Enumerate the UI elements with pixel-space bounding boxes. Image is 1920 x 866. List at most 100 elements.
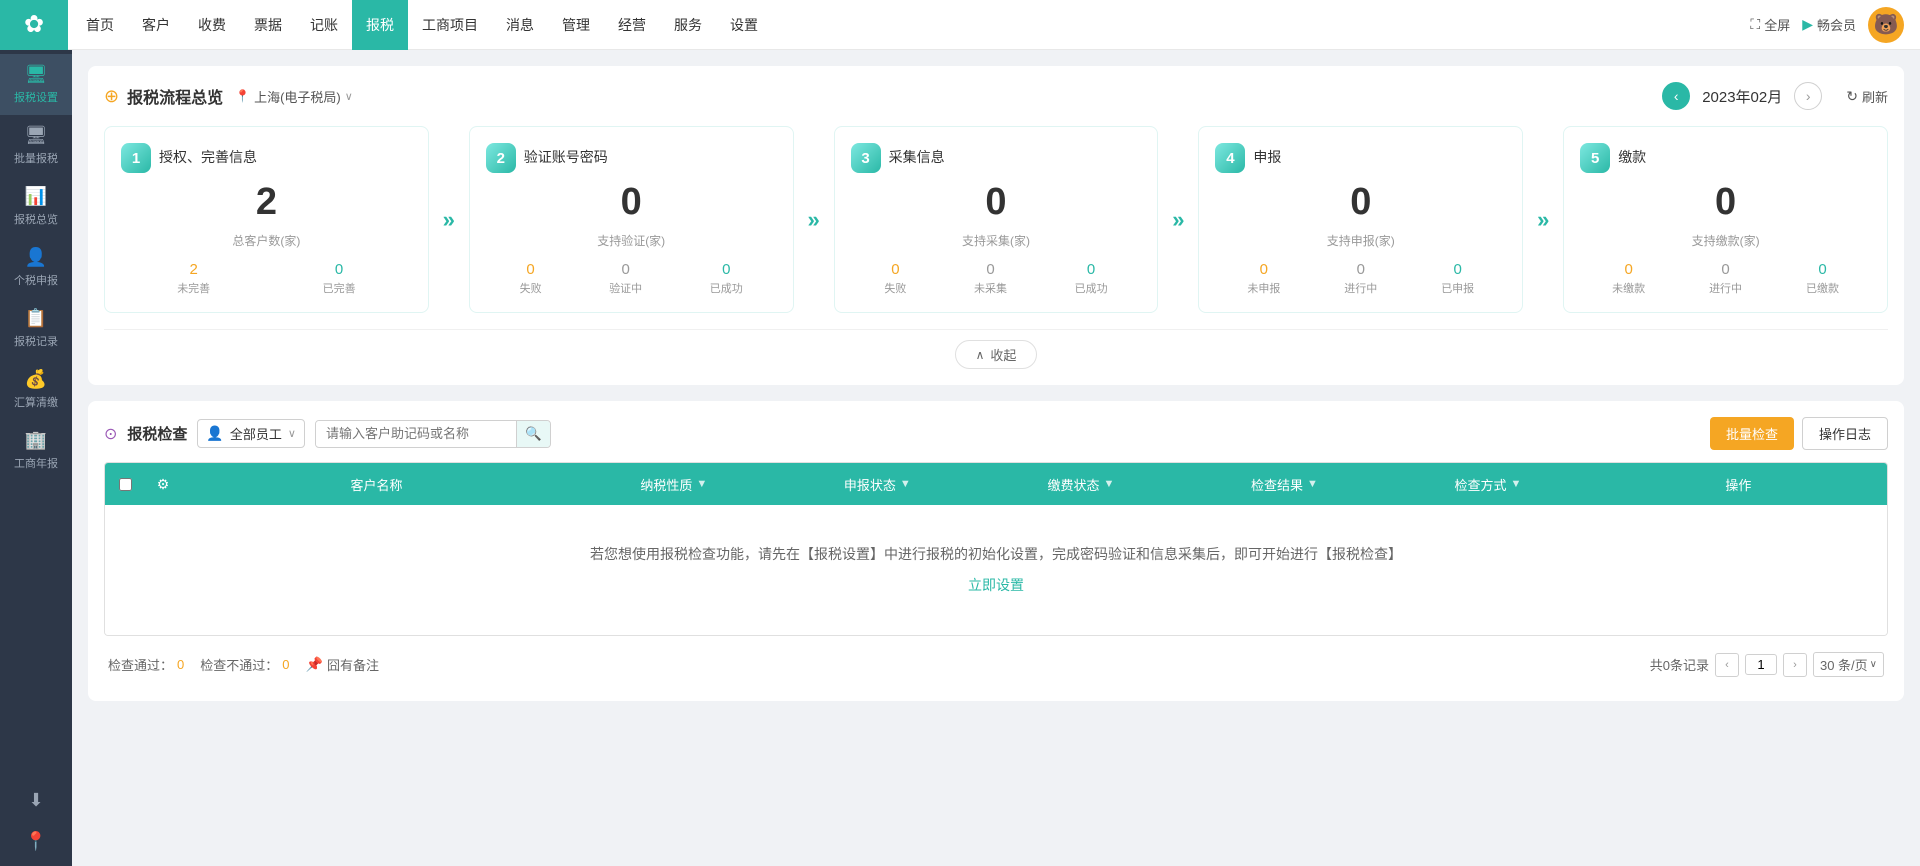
- check-title: 报税检查: [127, 423, 187, 444]
- setup-link[interactable]: 立即设置: [968, 577, 1024, 593]
- stat-5-0: 0 未缴款: [1612, 261, 1645, 296]
- nav-item-fee[interactable]: 收费: [184, 0, 240, 50]
- th-checkbox-cell: [105, 478, 145, 491]
- step-title-1: 授权、完善信息: [159, 143, 257, 167]
- batch-check-button[interactable]: 批量检查: [1710, 417, 1794, 450]
- location-tag[interactable]: 📍 上海(电子税局) ∨: [235, 87, 353, 106]
- th-operation: 操作: [1590, 475, 1887, 494]
- sidebar-item-personal-tax[interactable]: 👤 个税申报: [0, 237, 72, 298]
- nav-item-settings[interactable]: 设置: [716, 0, 772, 50]
- filter-icon-1[interactable]: ▼: [696, 478, 707, 490]
- refresh-icon: ↻: [1846, 88, 1858, 105]
- footer-stats: 检查通过： 0 检查不通过： 0 📌 囧有备注: [108, 655, 379, 674]
- sidebar-item-label: 报税记录: [14, 333, 58, 349]
- stat-2-2: 0 已成功: [710, 261, 743, 296]
- flow-cards: 1 授权、完善信息 2 总客户数(家) 2 未完善 0 已完善: [104, 126, 1888, 313]
- sidebar-item-tax-record[interactable]: 📋 报税记录: [0, 298, 72, 359]
- step-stats-3: 0 失败 0 未采集 0 已成功: [851, 261, 1142, 296]
- collapse-btn[interactable]: ∧ 收起: [955, 340, 1038, 369]
- nav-items: 首页 客户 收费 票据 记账 报税 工商项目 消息 管理 经营 服务 设置: [68, 0, 1750, 50]
- sidebar-item-settlement[interactable]: 💰 汇算清缴: [0, 359, 72, 420]
- vip-btn[interactable]: ▶ 畅会员: [1802, 15, 1856, 34]
- nav-item-message[interactable]: 消息: [492, 0, 548, 50]
- sidebar-item-tax-overview[interactable]: 📊 报税总览: [0, 176, 72, 237]
- th-check-result: 检查结果 ▼: [1183, 475, 1387, 494]
- table-footer: 检查通过： 0 检查不通过： 0 📌 囧有备注 共0条记录 ‹: [104, 644, 1888, 685]
- search-input[interactable]: [316, 421, 516, 446]
- sidebar-item-annual-report[interactable]: 🏢 工商年报: [0, 420, 72, 481]
- dropdown-icon: ∨: [345, 90, 353, 103]
- search-box: 🔍: [315, 420, 551, 448]
- step-stats-1: 2 未完善 0 已完善: [121, 261, 412, 296]
- nav-item-manage[interactable]: 管理: [548, 0, 604, 50]
- nav-item-service[interactable]: 服务: [660, 0, 716, 50]
- arrow-right-icon: »: [443, 207, 455, 233]
- overview-header: ⊕ 报税流程总览 📍 上海(电子税局) ∨ ‹ 2023年02月 › ↻ 刷新: [104, 82, 1888, 110]
- nav-item-operation[interactable]: 经营: [604, 0, 660, 50]
- sidebar-item-tax-settings[interactable]: 🖥 报税设置: [0, 54, 72, 115]
- next-page-btn[interactable]: ›: [1783, 653, 1807, 677]
- sidebar-item-batch-tax[interactable]: 🖥 批量报税: [0, 115, 72, 176]
- prev-month-btn[interactable]: ‹: [1662, 82, 1690, 110]
- table-wrapper: ⚙ 客户名称 纳税性质 ▼ 申报状态 ▼ 缴费状态 ▼: [104, 462, 1888, 636]
- step-subtitle-5: 支持缴款(家): [1580, 232, 1871, 249]
- arrow-2: »: [794, 126, 834, 313]
- fail-stat: 检查不通过： 0: [200, 655, 289, 674]
- overview-section: ⊕ 报税流程总览 📍 上海(电子税局) ∨ ‹ 2023年02月 › ↻ 刷新: [88, 66, 1904, 385]
- step-title-4: 申报: [1253, 143, 1281, 167]
- refresh-btn[interactable]: ↻ 刷新: [1846, 87, 1888, 106]
- operation-log-button[interactable]: 操作日志: [1802, 417, 1888, 450]
- sidebar-item-label: 报税设置: [14, 89, 58, 105]
- page-input[interactable]: [1745, 654, 1777, 675]
- location-icon: 📍: [25, 831, 47, 852]
- nav-item-client[interactable]: 客户: [128, 0, 184, 50]
- collapse-arrow-icon: ∧: [976, 348, 985, 362]
- overview-title-icon: ⊕: [104, 86, 119, 107]
- nav-item-tax[interactable]: 报税: [352, 0, 408, 50]
- step-num-4: 4: [1215, 143, 1245, 173]
- sidebar-item-location[interactable]: 📍: [0, 821, 72, 862]
- stat-3-0: 0 失败: [884, 261, 906, 296]
- step-count-2: 0: [486, 181, 777, 224]
- search-button[interactable]: 🔍: [516, 421, 550, 447]
- step-count-3: 0: [851, 181, 1142, 224]
- dropdown-arrow-icon: ∨: [288, 427, 296, 440]
- stat-4-1: 0 进行中: [1344, 261, 1377, 296]
- step-title-5: 缴款: [1618, 143, 1646, 167]
- step-count-4: 0: [1215, 181, 1506, 224]
- step-subtitle-3: 支持采集(家): [851, 232, 1142, 249]
- arrow-right-icon-3: »: [1172, 207, 1184, 233]
- next-month-btn[interactable]: ›: [1794, 82, 1822, 110]
- check-title-icon: ⊙: [104, 424, 117, 444]
- total-records: 共0条记录: [1650, 655, 1709, 674]
- nav-item-accounting[interactable]: 记账: [296, 0, 352, 50]
- has-note: 📌 囧有备注: [306, 655, 379, 674]
- month-label: 2023年02月: [1702, 86, 1782, 107]
- step-num-2: 2: [486, 143, 516, 173]
- employee-select[interactable]: 👤 全部员工 ∨: [197, 419, 305, 448]
- check-header: ⊙ 报税检查 👤 全部员工 ∨ 🔍 批量检查 操作日志: [104, 417, 1888, 450]
- page-size-select[interactable]: 30 条/页 ∨: [1813, 652, 1884, 677]
- fullscreen-btn[interactable]: ⛶ 全屏: [1750, 15, 1790, 34]
- filter-icon-5[interactable]: ▼: [1511, 478, 1522, 490]
- nav-item-invoice[interactable]: 票据: [240, 0, 296, 50]
- filter-icon-2[interactable]: ▼: [900, 478, 911, 490]
- sidebar-item-download[interactable]: ⬇: [0, 780, 72, 821]
- filter-icon-4[interactable]: ▼: [1307, 478, 1318, 490]
- step-num-1: 1: [121, 143, 151, 173]
- th-check-method: 检查方式 ▼: [1386, 475, 1590, 494]
- tax-settings-icon: 🖥: [25, 64, 48, 85]
- select-all-checkbox[interactable]: [119, 478, 132, 491]
- nav-item-home[interactable]: 首页: [72, 0, 128, 50]
- step-title-2: 验证账号密码: [524, 143, 608, 167]
- step-num-5: 5: [1580, 143, 1610, 173]
- prev-page-btn[interactable]: ‹: [1715, 653, 1739, 677]
- empty-message: 若您想使用报税检查功能，请先在【报税设置】中进行报税的初始化设置，完成密码验证和…: [590, 539, 1402, 601]
- gear-icon[interactable]: ⚙: [157, 476, 170, 493]
- logo-icon: ✿: [24, 10, 44, 39]
- settlement-icon: 💰: [25, 369, 47, 390]
- pass-count[interactable]: 0: [177, 657, 184, 672]
- filter-icon-3[interactable]: ▼: [1103, 478, 1114, 490]
- nav-item-business[interactable]: 工商项目: [408, 0, 492, 50]
- fail-count[interactable]: 0: [282, 657, 289, 672]
